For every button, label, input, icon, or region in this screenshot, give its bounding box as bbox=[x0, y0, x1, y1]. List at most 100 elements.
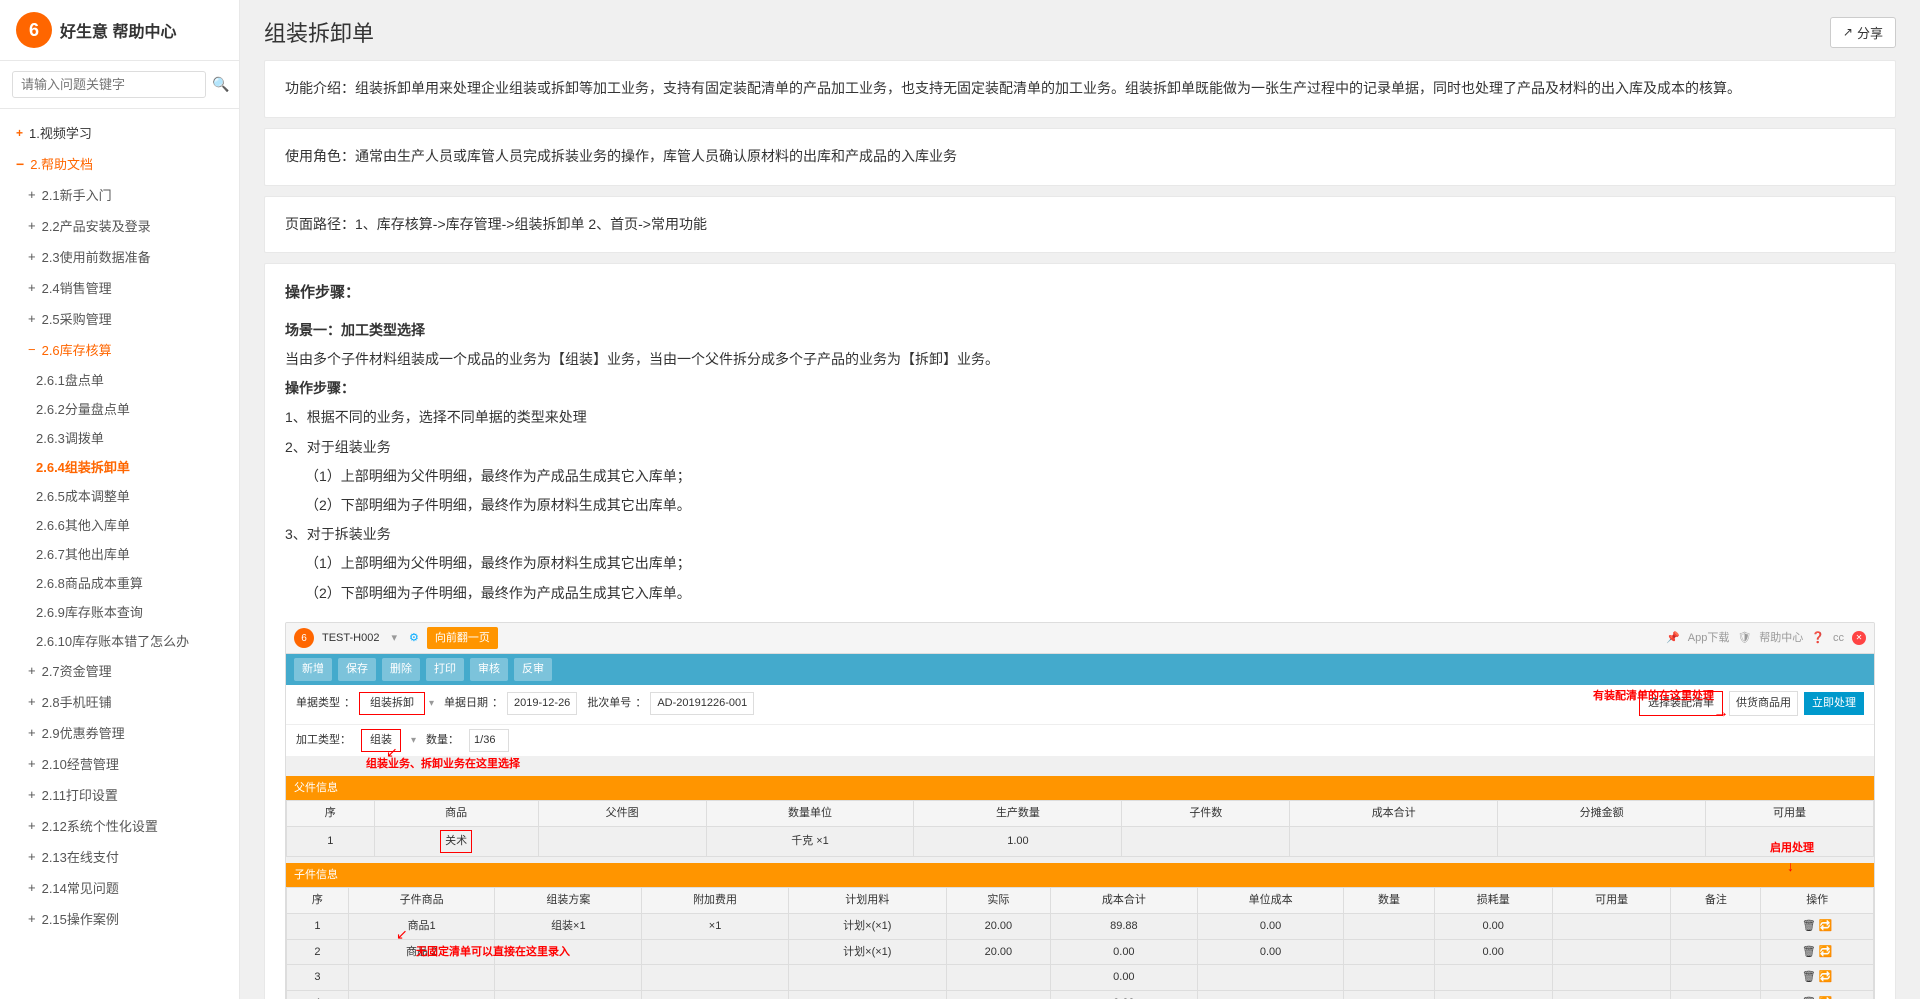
mock-flip-btn[interactable]: 向前翻一页 bbox=[427, 627, 498, 650]
sidebar-item-help-docs[interactable]: − 2.帮助文档 bbox=[0, 148, 239, 179]
cell-sub-cnt bbox=[1122, 826, 1290, 856]
sidebar-item-2-6-10[interactable]: 2.6.10库存账本错了怎么办 bbox=[0, 626, 239, 655]
intro-card: 功能介绍：组装拆卸单用来处理企业组装或拆卸等加工业务，支持有固定装配清单的产品加… bbox=[264, 60, 1896, 118]
search-input[interactable] bbox=[12, 71, 206, 98]
step2: 2、对于组装业务 bbox=[285, 435, 1875, 460]
step3-sub1: （1）上部明细为父件明细，最终作为原材料生成其它出库单； bbox=[285, 551, 1875, 576]
sidebar-header: 6 好生意 帮助中心 bbox=[0, 0, 239, 61]
mock-toolbar: 新增 保存 删除 打印 审核 反审 bbox=[286, 654, 1874, 685]
annotation-arrow3: ↓ bbox=[1787, 855, 1794, 879]
sidebar-item-2-6-3[interactable]: 2.6.3调拨单 bbox=[0, 423, 239, 452]
table-row: 1 商品1 组装×1 ×1 计划×(×1) 20.00 89.88 0.00 bbox=[287, 913, 1874, 939]
mock-qty[interactable]: 1/36 bbox=[469, 729, 509, 752]
search-button[interactable]: 🔍 bbox=[212, 76, 229, 93]
sidebar-item-2-11[interactable]: + 2.11打印设置 bbox=[0, 779, 239, 810]
mock-section1-label: 父件信息 bbox=[294, 779, 338, 798]
annotation-arrow1: → bbox=[1713, 699, 1729, 726]
sidebar-item-2-3[interactable]: + 2.3使用前数据准备 bbox=[0, 241, 239, 272]
sidebar-item-2-12[interactable]: + 2.12系统个性化设置 bbox=[0, 810, 239, 841]
sidebar-item-2-6-6[interactable]: 2.6.6其他入库单 bbox=[0, 510, 239, 539]
intro-text: 功能介绍：组装拆卸单用来处理企业组装或拆卸等加工业务，支持有固定装配清单的产品加… bbox=[285, 77, 1875, 101]
sidebar-item-2-6-4[interactable]: 2.6.4组装拆卸单 bbox=[0, 452, 239, 481]
mock-anti-btn[interactable]: 反审 bbox=[514, 658, 552, 681]
sidebar-item-2-1[interactable]: + 2.1新手入门 bbox=[0, 179, 239, 210]
col-sub-cnt: 子件数 bbox=[1122, 801, 1290, 827]
plus-icon: + bbox=[28, 187, 36, 202]
mock-type-selector[interactable]: 组装拆卸 bbox=[359, 692, 425, 715]
mock-close-btn[interactable]: ✕ bbox=[1852, 631, 1866, 645]
sidebar-item-2-6-9[interactable]: 2.6.9库存账本查询 bbox=[0, 597, 239, 626]
operations-label: 操作步骤： bbox=[285, 376, 1875, 401]
mock-date-value: 2019-12-26 bbox=[507, 692, 577, 715]
annotation-arrow4: ↙ bbox=[396, 923, 408, 947]
mock-title: TEST-H002 bbox=[322, 629, 379, 648]
sidebar-item-2-14[interactable]: + 2.14常见问题 bbox=[0, 872, 239, 903]
plus-icon: + bbox=[28, 280, 36, 295]
col-cost-total: 成本合计 bbox=[1290, 801, 1498, 827]
mock-field-batchno: 批次单号： AD-20191226-001 bbox=[587, 692, 754, 715]
sidebar-item-2-10[interactable]: + 2.10经营管理 bbox=[0, 748, 239, 779]
operations-card: 操作步骤： 场景一：加工类型选择 当由多个子件材料组装成一个成品的业务为【组装】… bbox=[264, 263, 1896, 999]
sidebar-item-2-15[interactable]: + 2.15操作案例 bbox=[0, 903, 239, 934]
sidebar-item-2-5[interactable]: + 2.5采购管理 bbox=[0, 303, 239, 334]
col2-loss: 损耗量 bbox=[1434, 888, 1552, 914]
mock-confirm-btn[interactable]: 立即处理 bbox=[1804, 692, 1864, 715]
mock-supply-field[interactable]: 供货商品用 bbox=[1729, 691, 1798, 716]
plus-icon: + bbox=[28, 694, 36, 709]
col2-item: 子件商品 bbox=[348, 888, 495, 914]
sidebar-item-2-7[interactable]: + 2.7资金管理 bbox=[0, 655, 239, 686]
nav-tree: + 1.视频学习 − 2.帮助文档 + 2.1新手入门 + 2.2产品安装及登录 bbox=[0, 109, 239, 999]
share-icon: ↗ bbox=[1843, 25, 1853, 39]
sidebar-item-2-6-2[interactable]: 2.6.2分量盘点单 bbox=[0, 394, 239, 423]
search-box: 🔍 bbox=[0, 61, 239, 109]
cell-item-input[interactable]: 关术 bbox=[440, 830, 472, 853]
cell-alloc bbox=[1498, 826, 1706, 856]
sidebar-item-2-6-7[interactable]: 2.6.7其他出库单 bbox=[0, 539, 239, 568]
sidebar-item-2-8[interactable]: + 2.8手机旺铺 bbox=[0, 686, 239, 717]
mock-delete-btn[interactable]: 删除 bbox=[382, 658, 420, 681]
mock-review-btn[interactable]: 审核 bbox=[470, 658, 508, 681]
plus-icon: + bbox=[28, 725, 36, 740]
mock-new-btn[interactable]: 新增 bbox=[294, 658, 332, 681]
path-text: 页面路径：1、库存核算->库存管理->组装拆卸单 2、首页->常用功能 bbox=[285, 213, 1875, 237]
sidebar-item-2-9[interactable]: + 2.9优惠券管理 bbox=[0, 717, 239, 748]
plus-icon: + bbox=[28, 880, 36, 895]
sidebar-item-2-6-1[interactable]: 2.6.1盘点单 bbox=[0, 365, 239, 394]
share-button[interactable]: ↗ 分享 bbox=[1830, 17, 1896, 48]
col2-qty: 数量 bbox=[1344, 888, 1434, 914]
mock-type-row: 加工类型： 组装 ▾ 数量： 1/36 bbox=[296, 729, 1864, 752]
mock-section2-wrap: 子件信息 序 子件商品 组装方案 附加费用 bbox=[286, 863, 1874, 999]
table-row: 4 0.00 bbox=[287, 991, 1874, 999]
mock-field-date: 单据日期： 2019-12-26 bbox=[444, 692, 577, 715]
plus-icon: + bbox=[28, 249, 36, 264]
step3: 3、对于拆装业务 bbox=[285, 522, 1875, 547]
col2-op: 操作 bbox=[1761, 888, 1874, 914]
sidebar-item-2-13[interactable]: + 2.13在线支付 bbox=[0, 841, 239, 872]
mock-print-btn[interactable]: 打印 bbox=[426, 658, 464, 681]
plus-icon: + bbox=[28, 787, 36, 802]
sidebar-item-2-6[interactable]: − 2.6库存核算 bbox=[0, 334, 239, 365]
annotation-free-label: 无固定清单可以直接在这里录入 bbox=[416, 943, 570, 962]
mock-section1-header: 父件信息 bbox=[286, 776, 1874, 801]
cell-cost bbox=[1290, 826, 1498, 856]
cell-prod-qty: 1.00 bbox=[914, 826, 1122, 856]
plus-icon: + bbox=[28, 218, 36, 233]
nav-section-2: − 2.帮助文档 + 2.1新手入门 + 2.2产品安装及登录 + 2.3使用前… bbox=[0, 148, 239, 934]
table-row: 3 0.00 bbox=[287, 965, 1874, 991]
sidebar-item-2-2[interactable]: + 2.2产品安装及登录 bbox=[0, 210, 239, 241]
col2-cost: 成本合计 bbox=[1051, 888, 1198, 914]
sidebar-item-video-learning[interactable]: + 1.视频学习 bbox=[0, 117, 239, 148]
step3-sub2: （2）下部明细为子件明细，最终作为产成品生成其它入库单。 bbox=[285, 581, 1875, 606]
annotation-config-label: 有装配清单的在这里处理 bbox=[1593, 687, 1714, 706]
nav-section-1: + 1.视频学习 bbox=[0, 117, 239, 148]
sidebar-item-2-4[interactable]: + 2.4销售管理 bbox=[0, 272, 239, 303]
col-seq: 序 bbox=[287, 801, 375, 827]
plus-icon: + bbox=[28, 756, 36, 771]
sidebar-item-2-6-8[interactable]: 2.6.8商品成本重算 bbox=[0, 568, 239, 597]
plus-icon: + bbox=[28, 818, 36, 833]
table-row: 1 关术 千克 ×1 1.00 bbox=[287, 826, 1874, 856]
sidebar-item-2-6-5[interactable]: 2.6.5成本调整单 bbox=[0, 481, 239, 510]
app-name: 好生意 帮助中心 bbox=[60, 18, 176, 42]
mock-save-btn[interactable]: 保存 bbox=[338, 658, 376, 681]
col2-plan: 组装方案 bbox=[495, 888, 642, 914]
